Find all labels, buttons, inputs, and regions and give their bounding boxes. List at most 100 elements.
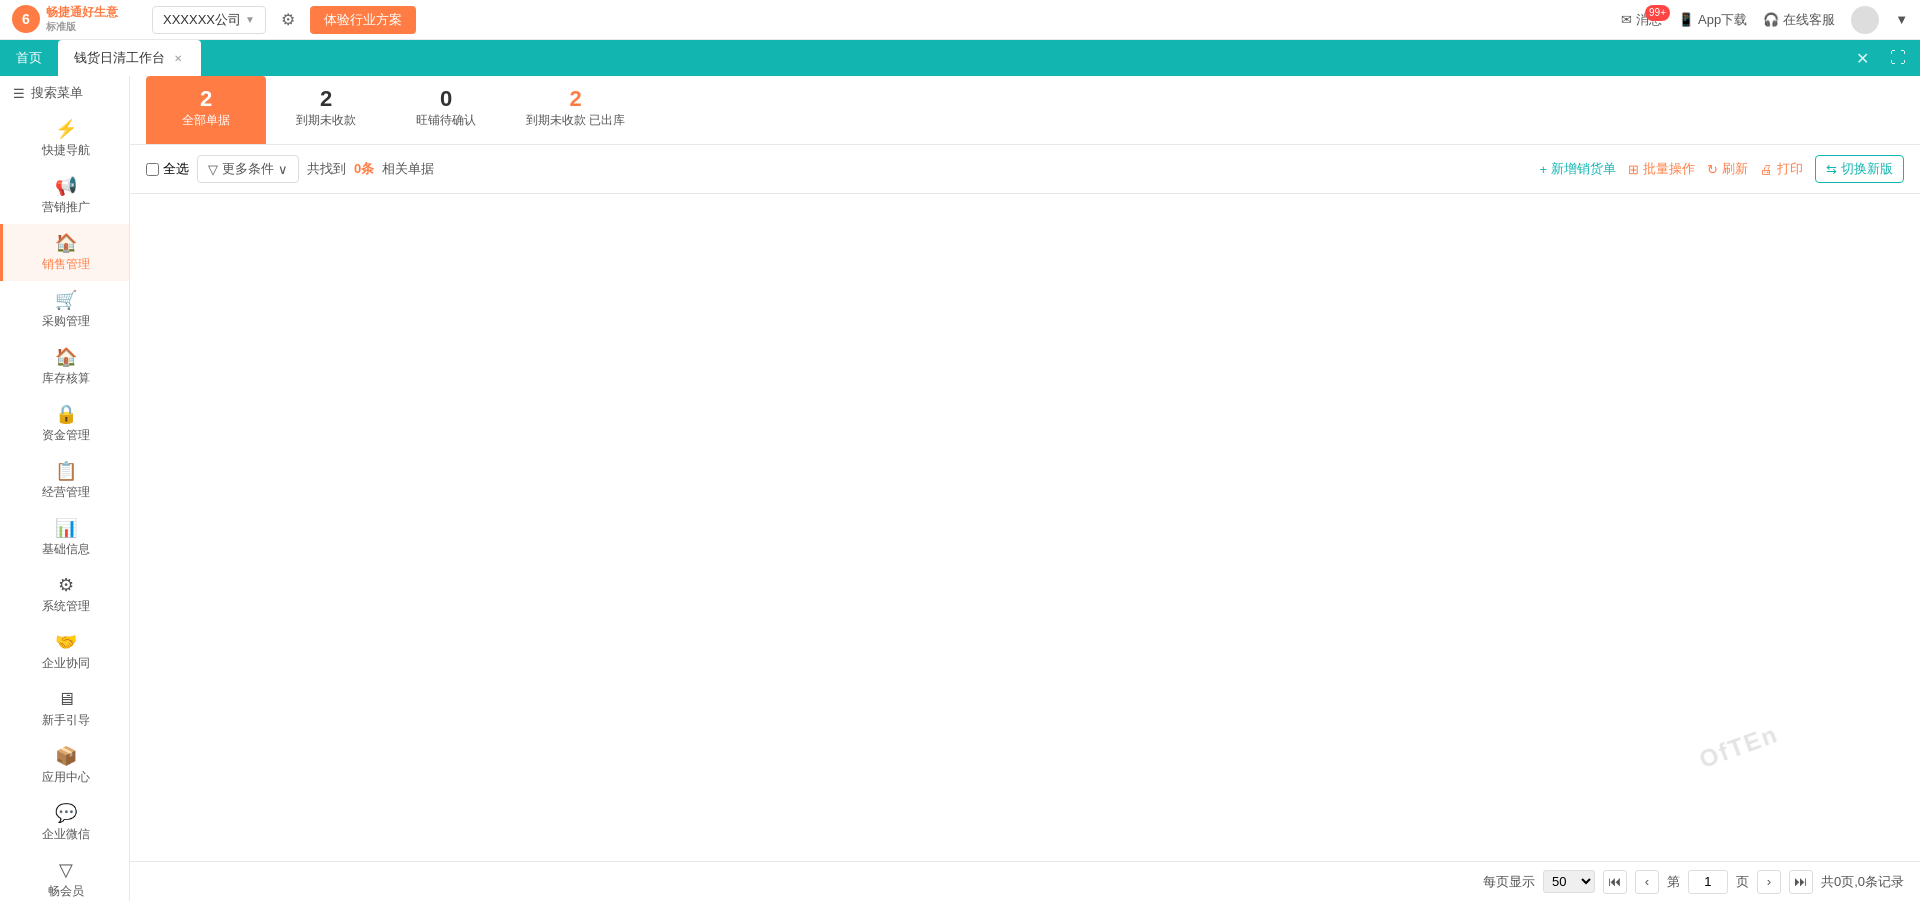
app-logo-icon: 6 bbox=[12, 5, 40, 33]
refresh-button[interactable]: ↻ 刷新 bbox=[1707, 160, 1748, 178]
app-edition: 标准版 bbox=[46, 20, 118, 34]
sidebar-item-app-center[interactable]: 📦 应用中心 bbox=[0, 737, 129, 794]
sidebar-item-sales-mgmt[interactable]: 🏠 销售管理 bbox=[0, 224, 129, 281]
tab-home[interactable]: 首页 bbox=[0, 40, 58, 76]
sidebar-item-finance[interactable]: 🔒 资金管理 bbox=[0, 395, 129, 452]
filter-button[interactable]: ▽ 更多条件 ∨ bbox=[197, 155, 299, 183]
first-page-button[interactable]: ⏮ bbox=[1603, 870, 1627, 894]
sidebar-item-enterprise-wechat[interactable]: 💬 企业微信 bbox=[0, 794, 129, 851]
window-close-icon[interactable]: ✕ bbox=[1848, 44, 1876, 72]
summary-tabs: 2 全部单据 2 到期未收款 0 旺铺待确认 2 到期未收款 已出库 bbox=[130, 76, 1920, 145]
finance-label: 资金管理 bbox=[42, 427, 90, 444]
print-button[interactable]: 🖨 打印 bbox=[1760, 160, 1803, 178]
company-name: XXXXXX公司 bbox=[163, 11, 241, 29]
sidebar-item-beginner-guide[interactable]: 🖥 新手引导 bbox=[0, 680, 129, 737]
app-download-label: App下载 bbox=[1698, 11, 1747, 29]
pagination: 每页显示 50 20 100 ⏮ ‹ 第 页 › ⏭ 共0页,0条记录 bbox=[130, 861, 1920, 901]
sidebar-item-purchase-mgmt[interactable]: 🛒 采购管理 bbox=[0, 281, 129, 338]
refresh-label: 刷新 bbox=[1722, 160, 1748, 178]
message-button[interactable]: ✉ 消息 99+ bbox=[1621, 11, 1662, 29]
chevron-down-icon: ▼ bbox=[245, 14, 255, 25]
search-menu-label: 搜索菜单 bbox=[31, 84, 83, 102]
member-label: 畅会员 bbox=[48, 883, 84, 900]
sidebar-item-quick-nav[interactable]: ⚡ 快捷导航 bbox=[0, 110, 129, 167]
pending-confirm-label: 旺铺待确认 bbox=[406, 112, 486, 129]
app-download-button[interactable]: 📱 App下载 bbox=[1678, 11, 1747, 29]
finance-icon: 🔒 bbox=[55, 405, 77, 423]
sidebar-item-system-mgmt[interactable]: ⚙ 系统管理 bbox=[0, 566, 129, 623]
summary-tab-pending-confirm[interactable]: 0 旺铺待确认 bbox=[386, 76, 506, 144]
select-all-input[interactable] bbox=[146, 163, 159, 176]
sidebar-item-enterprise-collab[interactable]: 🤝 企业协同 bbox=[0, 623, 129, 680]
result-prefix: 共找到 bbox=[307, 160, 346, 178]
user-name[interactable]: ▼ bbox=[1895, 12, 1908, 27]
summary-tab-all[interactable]: 2 全部单据 bbox=[146, 76, 266, 144]
all-count: 2 bbox=[166, 88, 246, 110]
summary-tab-overdue-unshipped[interactable]: 2 到期未收款 已出库 bbox=[506, 76, 645, 144]
page-text-2: 页 bbox=[1736, 873, 1749, 891]
overdue-unshipped-count: 2 bbox=[526, 88, 625, 110]
cash-goods-tab-label: 钱货日清工作台 bbox=[74, 49, 165, 67]
online-service-label: 在线客服 bbox=[1783, 11, 1835, 29]
sales-mgmt-label: 销售管理 bbox=[42, 256, 90, 273]
settings-button[interactable]: ⚙ bbox=[274, 6, 302, 34]
nav-tabs-right: ✕ ⛶ bbox=[1848, 44, 1920, 72]
page-number-input[interactable] bbox=[1688, 870, 1728, 894]
experience-button[interactable]: 体验行业方案 bbox=[310, 6, 416, 34]
system-mgmt-label: 系统管理 bbox=[42, 598, 90, 615]
online-service-button[interactable]: 🎧 在线客服 bbox=[1763, 11, 1835, 29]
batch-label: 批量操作 bbox=[1643, 160, 1695, 178]
sidebar-item-operations[interactable]: 📋 经营管理 bbox=[0, 452, 129, 509]
top-right-area: ✉ 消息 99+ 📱 App下载 🎧 在线客服 ▼ bbox=[1621, 6, 1908, 34]
inventory-icon: 🏠 bbox=[55, 348, 77, 366]
sidebar-item-marketing[interactable]: 📢 营销推广 bbox=[0, 167, 129, 224]
member-icon: ▽ bbox=[59, 861, 73, 879]
basic-info-label: 基础信息 bbox=[42, 541, 90, 558]
app-name: 畅捷通好生意 bbox=[46, 5, 118, 19]
sidebar-item-member[interactable]: ▽ 畅会员 bbox=[0, 851, 129, 901]
logo-area: 6 畅捷通好生意 标准版 bbox=[12, 5, 142, 33]
toolbar-right: + 新增销货单 ⊞ 批量操作 ↻ 刷新 🖨 打印 ⇆ 切换新版 bbox=[1539, 155, 1904, 183]
overdue-unpaid-label: 到期未收款 bbox=[286, 112, 366, 129]
app-center-label: 应用中心 bbox=[42, 769, 90, 786]
sidebar: ☰ 搜索菜单 ⚡ 快捷导航 📢 营销推广 🏠 销售管理 🛒 采购管理 🏠 库存核… bbox=[0, 76, 130, 901]
filter-chevron-icon: ∨ bbox=[278, 162, 288, 177]
home-tab-label: 首页 bbox=[16, 49, 42, 67]
table-area bbox=[130, 194, 1920, 861]
summary-tab-overdue-unpaid[interactable]: 2 到期未收款 bbox=[266, 76, 386, 144]
switch-icon: ⇆ bbox=[1826, 162, 1837, 177]
overdue-unshipped-label: 到期未收款 已出库 bbox=[526, 112, 625, 129]
window-maximize-icon[interactable]: ⛶ bbox=[1884, 44, 1912, 72]
sidebar-item-basic-info[interactable]: 📊 基础信息 bbox=[0, 509, 129, 566]
quick-nav-label: 快捷导航 bbox=[42, 142, 90, 159]
next-page-button[interactable]: › bbox=[1757, 870, 1781, 894]
overdue-unpaid-count: 2 bbox=[286, 88, 366, 110]
system-mgmt-icon: ⚙ bbox=[58, 576, 74, 594]
toolbar: 全选 ▽ 更多条件 ∨ 共找到 0条 相关单据 + 新增销货单 ⊞ 批量操作 bbox=[130, 145, 1920, 194]
sidebar-item-inventory[interactable]: 🏠 库存核算 bbox=[0, 338, 129, 395]
sales-mgmt-icon: 🏠 bbox=[55, 234, 77, 252]
main-layout: ☰ 搜索菜单 ⚡ 快捷导航 📢 营销推广 🏠 销售管理 🛒 采购管理 🏠 库存核… bbox=[0, 76, 1920, 901]
company-selector[interactable]: XXXXXX公司 ▼ bbox=[152, 6, 266, 34]
select-all-checkbox[interactable]: 全选 bbox=[146, 160, 189, 178]
operations-icon: 📋 bbox=[55, 462, 77, 480]
enterprise-collab-label: 企业协同 bbox=[42, 655, 90, 672]
enterprise-wechat-icon: 💬 bbox=[55, 804, 77, 822]
tab-close-icon[interactable]: ✕ bbox=[171, 51, 185, 65]
toolbar-left: 全选 ▽ 更多条件 ∨ 共找到 0条 相关单据 bbox=[146, 155, 434, 183]
prev-page-button[interactable]: ‹ bbox=[1635, 870, 1659, 894]
switch-new-version-button[interactable]: ⇆ 切换新版 bbox=[1815, 155, 1904, 183]
batch-operation-button[interactable]: ⊞ 批量操作 bbox=[1628, 160, 1695, 178]
avatar[interactable] bbox=[1851, 6, 1879, 34]
select-all-label: 全选 bbox=[163, 160, 189, 178]
sidebar-item-search-menu[interactable]: ☰ 搜索菜单 bbox=[0, 76, 129, 110]
last-page-button[interactable]: ⏭ bbox=[1789, 870, 1813, 894]
purchase-mgmt-icon: 🛒 bbox=[55, 291, 77, 309]
add-sale-order-button[interactable]: + 新增销货单 bbox=[1539, 160, 1616, 178]
result-suffix: 相关单据 bbox=[382, 160, 434, 178]
add-label: 新增销货单 bbox=[1551, 160, 1616, 178]
top-bar: 6 畅捷通好生意 标准版 XXXXXX公司 ▼ ⚙ 体验行业方案 ✉ 消息 99… bbox=[0, 0, 1920, 40]
page-size-select[interactable]: 50 20 100 bbox=[1543, 870, 1595, 893]
page-size-label: 每页显示 bbox=[1483, 873, 1535, 891]
tab-cash-goods[interactable]: 钱货日清工作台 ✕ bbox=[58, 40, 201, 76]
